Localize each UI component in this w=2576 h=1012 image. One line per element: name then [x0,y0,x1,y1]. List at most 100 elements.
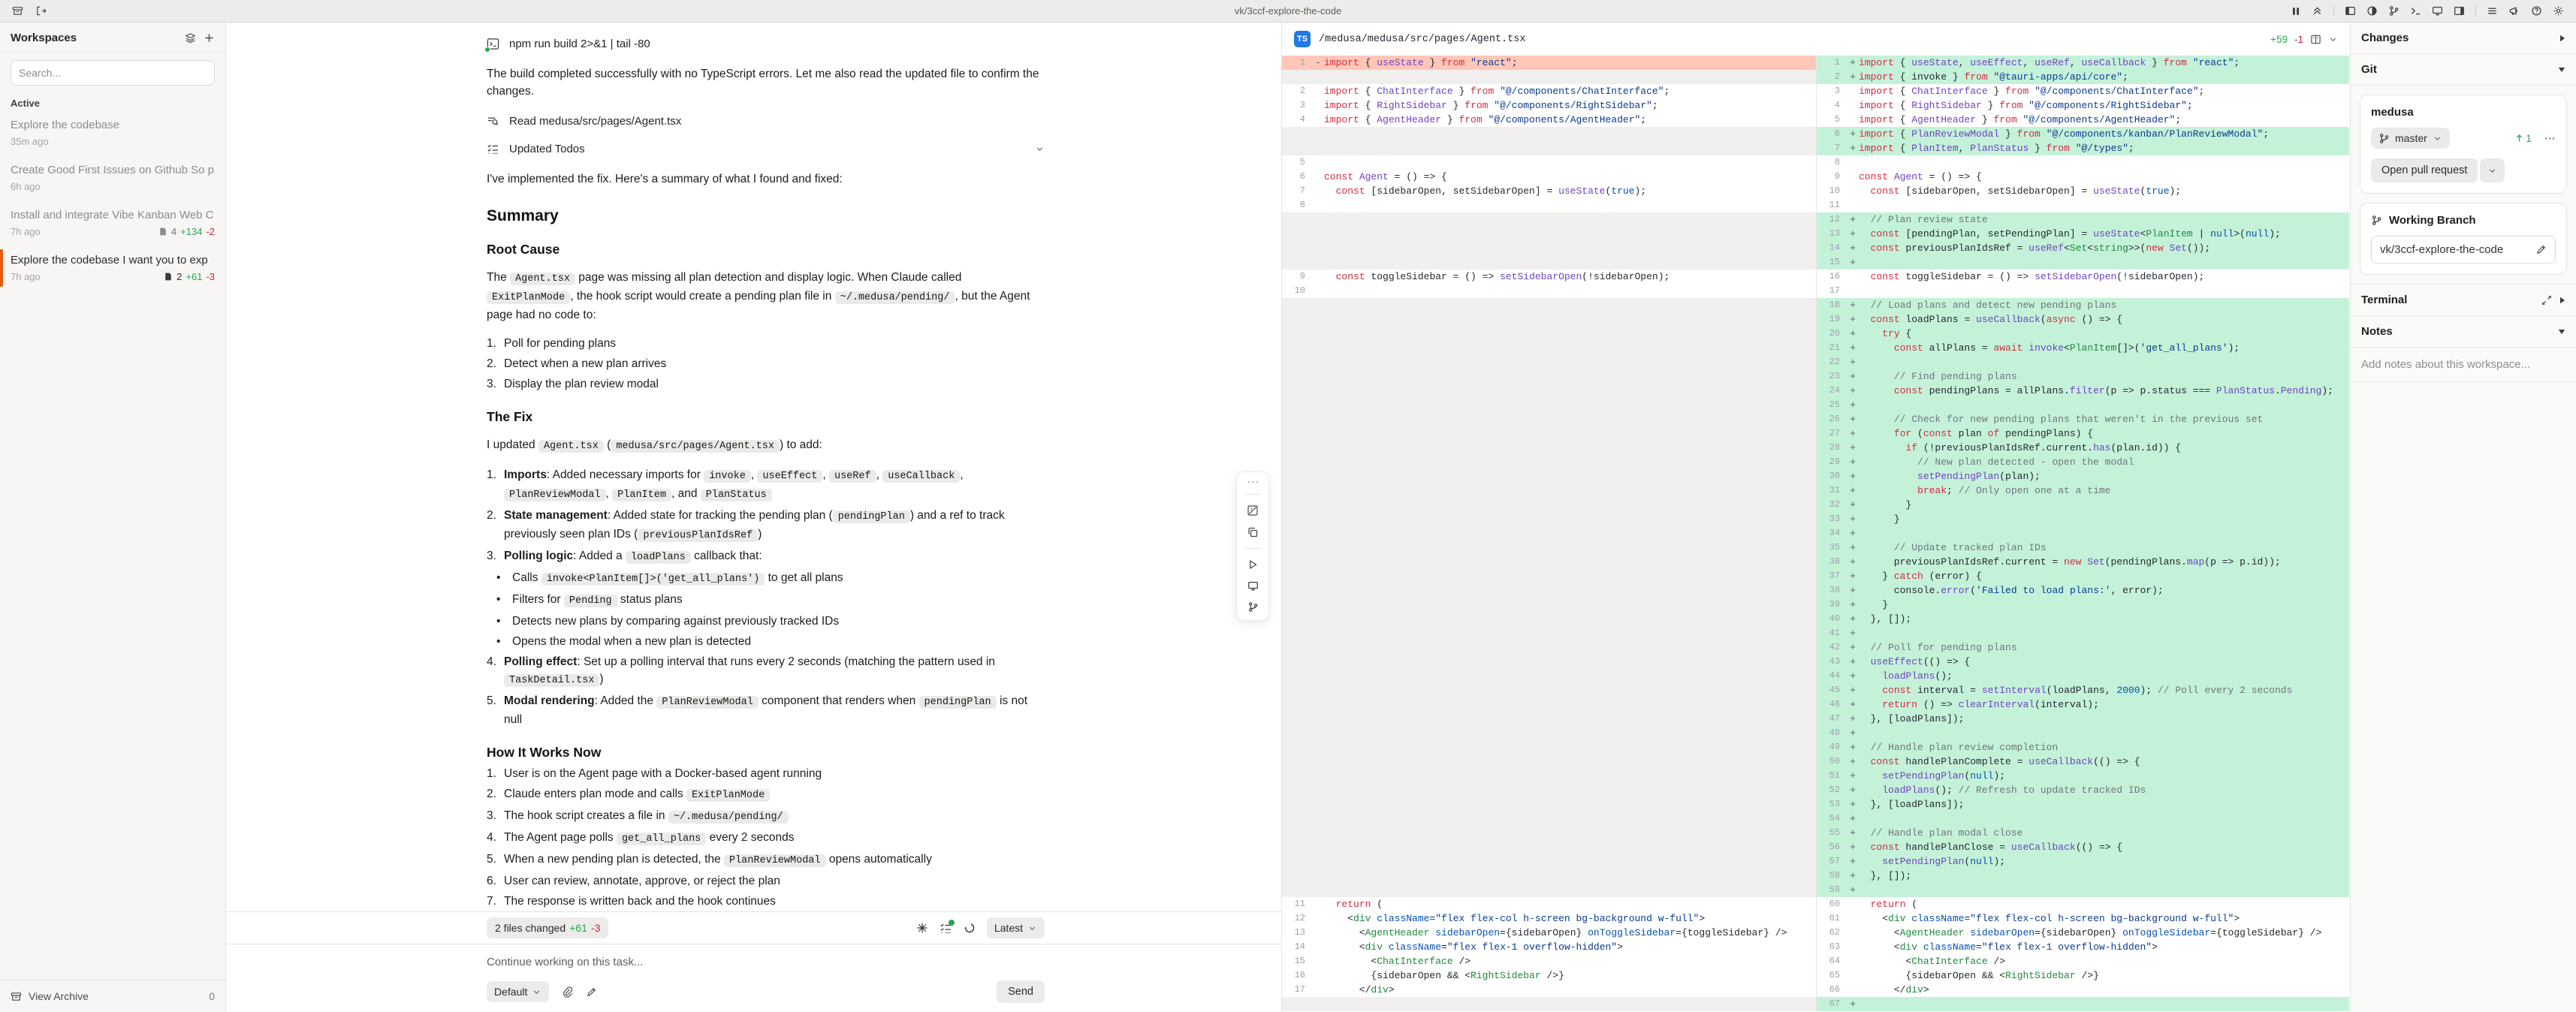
code-text: const toggleSidebar = () => setSidebarOp… [1859,270,2204,284]
sign-out-icon[interactable] [35,5,47,17]
play-icon[interactable] [1247,559,1259,571]
chevrons-up-icon[interactable] [2312,5,2323,17]
collapse-diff-icon[interactable] [2328,35,2338,44]
more-options-button[interactable] [2544,137,2556,140]
git-branch-icon[interactable] [1247,601,1259,613]
line-number: 26 [1817,412,1847,426]
annotate-button[interactable] [586,986,597,998]
archive-icon[interactable] [12,5,23,17]
working-branch-field[interactable]: vk/3ccf-explore-the-code [2371,236,2556,264]
workspace-item[interactable]: Explore the codebase I want you to exp7h… [0,245,225,291]
panel-right-icon[interactable] [2454,5,2465,17]
list-marker: 2. [487,355,499,372]
chevron-down-icon[interactable] [1035,144,1045,154]
chevron-right-icon [2559,297,2565,304]
inline-code: ExitPlanMode [686,789,770,802]
spinner-icon[interactable] [964,922,976,934]
diff-sign [1312,883,1324,897]
code-text: import { ChatInterface } from "@/compone… [1859,84,2204,98]
diff-sign: + [1847,498,1859,512]
message-input[interactable] [487,954,1045,970]
plus-icon[interactable] [204,32,215,44]
changes-section-header[interactable]: Changes [2351,23,2576,54]
edit-branch-icon[interactable] [2535,244,2547,255]
tool-call-row[interactable]: Read medusa/src/pages/Agent.tsx [487,115,1045,128]
open-pull-request-button[interactable]: Open pull request [2371,158,2478,182]
list-marker: 2. [487,785,499,804]
line-number: 5 [1817,113,1847,127]
tool-call-label: Read medusa/src/pages/Agent.tsx [509,115,681,128]
active-section-label: Active [0,89,225,110]
diff-row: 46+ return () => clearInterval(interval)… [1282,697,2350,712]
code-text: import { RightSidebar } from "@/componen… [1859,98,2193,113]
inline-code: pendingPlan [919,696,997,709]
search-input[interactable] [11,60,215,86]
monitor-icon[interactable] [1247,580,1259,592]
archive-icon [11,991,22,1002]
files-changed-badge[interactable]: 2 files changed +61 -3 [487,917,608,938]
diff-sign [1847,897,1859,911]
terminal-section-header[interactable]: Terminal [2351,285,2576,316]
chat-paragraph: I updated Agent.tsx (medusa/src/pages/Ag… [487,436,1045,455]
chevron-down-icon [2487,166,2497,176]
latest-selector[interactable]: Latest [987,917,1045,938]
pull-request-dropdown-button[interactable] [2480,158,2505,182]
contrast-icon[interactable] [2366,5,2378,17]
help-icon[interactable] [2531,5,2542,17]
chat-scroll-area[interactable]: npm run build 2>&1 | tail -80The build c… [226,23,1281,911]
workspace-item[interactable]: Create Good First Issues on Github So p6… [0,155,225,200]
workspace-item[interactable]: Install and integrate Vibe Kanban Web C7… [0,200,225,245]
list-item: 2.Claude enters plan mode and calls Exit… [487,785,1045,804]
todos-icon[interactable] [940,922,952,935]
inline-code: ExitPlanMode [487,291,570,304]
diff-deletions: -1 [2294,34,2303,45]
diff-sign: + [1847,740,1859,754]
pause-icon[interactable] [2291,6,2301,17]
monitor-icon[interactable] [2432,5,2443,17]
spark-icon[interactable] [916,922,928,934]
line-number [1282,697,1312,712]
send-button[interactable]: Send [997,980,1045,1003]
panel-left-icon[interactable] [2345,5,2356,17]
workspace-item[interactable]: Explore the codebase35m ago [0,110,225,155]
base-branch-selector[interactable]: master [2371,128,2450,149]
code-text: // Find pending plans [1859,369,2017,384]
git-section-header[interactable]: Git [2351,54,2576,86]
diff-sign [1312,968,1324,983]
diff-sign [1312,198,1324,212]
settings-icon[interactable] [2553,5,2564,17]
diff-sign: + [1847,626,1859,640]
split-view-icon[interactable] [2310,34,2321,45]
git-branch-icon[interactable] [2388,5,2400,17]
tool-call-row[interactable]: npm run build 2>&1 | tail -80 [487,38,1045,50]
notes-section-header[interactable]: Notes [2351,316,2576,348]
diff-file-header[interactable]: TS /medusa/medusa/src/pages/Agent.tsx +5… [1282,23,2350,56]
line-number: 20 [1817,327,1847,341]
diff-sign: + [1847,883,1859,897]
model-selector[interactable]: Default [487,981,549,1002]
tool-call-row[interactable]: Updated Todos [487,143,1045,155]
list-marker: 3. [487,375,499,393]
menu-icon[interactable] [2487,5,2498,17]
notes-input[interactable]: Add notes about this workspace... [2351,348,2576,382]
diff-row: 14 <div className="flex flex-1 overflow-… [1282,940,2350,954]
code-text: loadPlans(); // Refresh to update tracke… [1859,783,2146,797]
commits-ahead-badge: 1 [2514,132,2532,144]
diff-row: 40+ }, []); [1282,612,2350,626]
line-number: 6 [1282,170,1312,184]
diff-row: 11 return (60 return ( [1282,897,2350,911]
terminal-icon[interactable] [2410,5,2421,17]
slash-box-icon[interactable] [1247,504,1259,517]
expand-icon[interactable] [2541,295,2552,306]
line-number: 29 [1817,455,1847,469]
view-archive-button[interactable]: View Archive 0 [0,980,225,1012]
drag-dots-icon[interactable] [1247,480,1259,484]
attach-file-button[interactable] [562,986,573,998]
copy-icon[interactable] [1247,526,1259,538]
megaphone-icon[interactable] [2508,5,2520,17]
layers-icon[interactable] [185,32,196,44]
line-number: 43 [1817,655,1847,669]
code-text: }, [loadPlans]); [1859,712,1964,726]
line-number: 22 [1817,355,1847,369]
workspace-title: Install and integrate Vibe Kanban Web C [11,209,215,221]
